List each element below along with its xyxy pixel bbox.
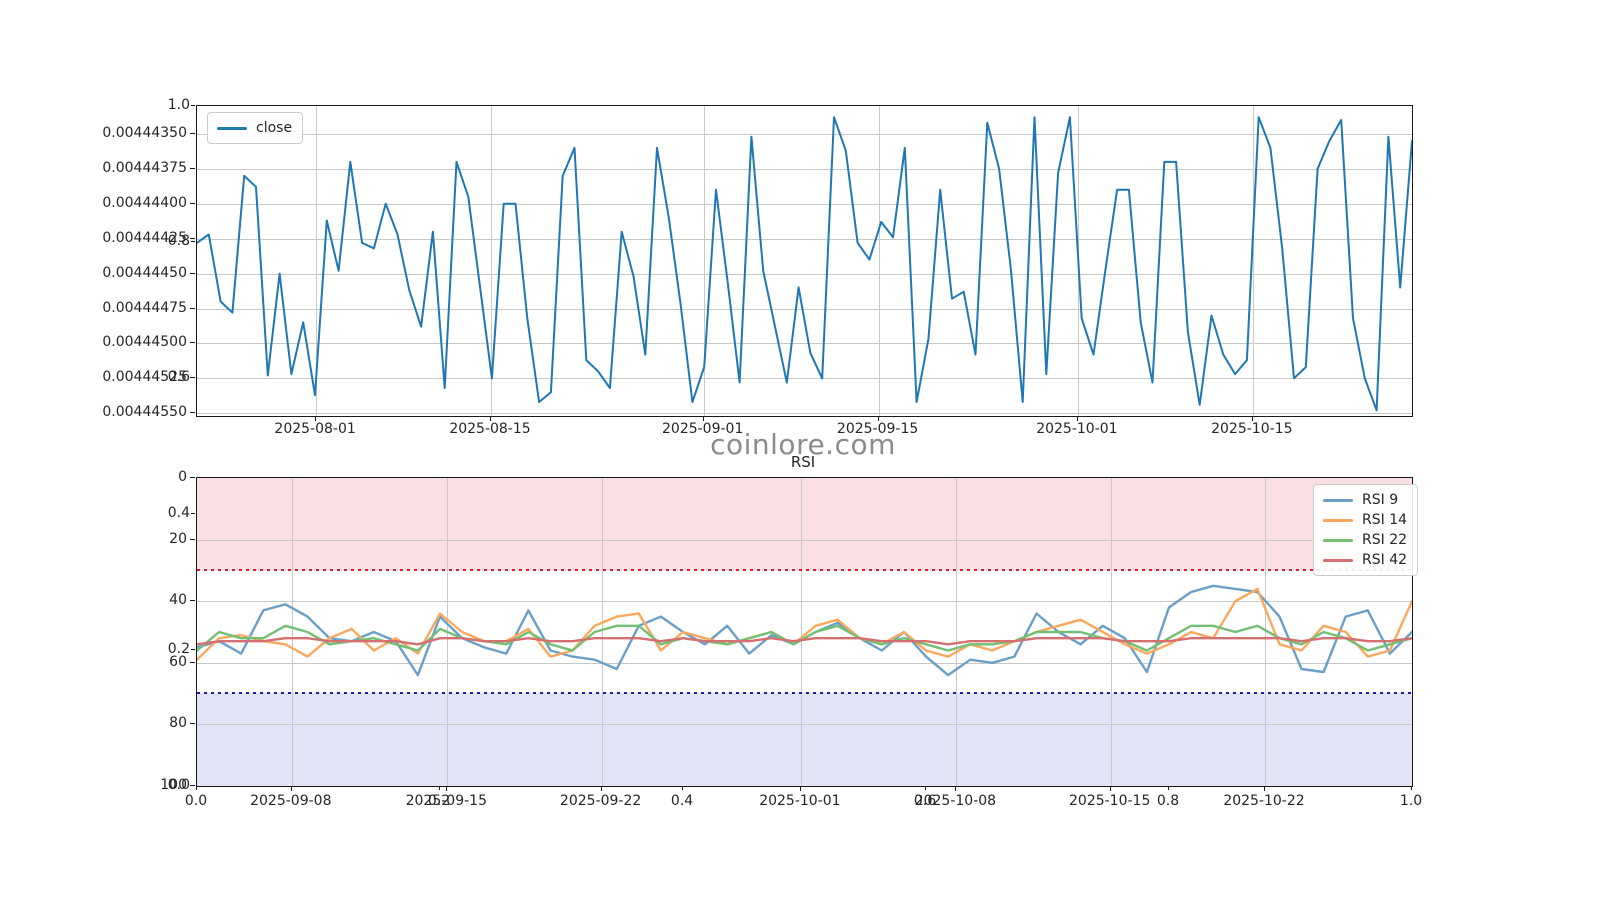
price-x-tick-label: 2025-10-01 [1036,421,1118,437]
rsi-legend-row: RSI 42 [1323,550,1407,570]
rsi-y-tick-label: 20 [169,530,187,547]
overlay-y-tick [191,105,195,106]
overlay-y-tick [191,649,195,650]
rsi22-line-swatch [1323,538,1353,542]
rsi-x-tick [799,786,801,791]
overlay-x-tick-label: 0.8 [1156,793,1180,809]
price-x-tick-label: 2025-10-15 [1211,421,1293,437]
overlay-y-tick-label: 0.4 [167,505,190,521]
overlay-y-tick-label: 0.8 [167,233,190,249]
price-y-tick-label: 0.00444350 [102,124,187,141]
rsi9-legend-label: RSI 9 [1362,492,1399,508]
rsi-y-tick [190,661,195,663]
close-line-swatch [217,126,247,130]
price-chart-plot-area [196,105,1413,417]
overlay-y-tick-label: 0.6 [167,369,190,385]
rsi42-line-swatch [1323,558,1353,562]
price-y-tick [190,167,195,169]
rsi-y-tick-label: 60 [169,653,187,670]
rsi-y-tick [190,723,195,725]
overlay-y-tick [191,513,195,514]
rsi-chart-title: RSI [790,453,816,471]
rsi-y-tick [190,477,195,478]
rsi-legend-row: RSI 22 [1323,530,1407,550]
price-y-tick-label: 0.00444450 [102,264,187,281]
price-y-tick [190,272,195,274]
overlay-y-tick [191,377,195,378]
rsi-x-tick [446,786,448,791]
rsi14-line-swatch [1323,518,1353,522]
chart-lines-svg [197,116,1412,412]
price-y-tick [190,342,195,344]
price-y-tick-label: 0.00444550 [102,404,187,421]
price-y-tick-label: 0.00444400 [102,194,187,211]
overlay-y-tick-label: 1.0 [167,97,190,113]
overlay-y-tick [191,241,195,242]
overlay-x-tick-label: 0.0 [184,793,208,809]
chart-line [197,116,1412,412]
rsi-x-tick-label: 2025-10-01 [759,793,841,809]
rsi-y-tick-label: 80 [169,715,187,732]
rsi22-legend-label: RSI 22 [1362,532,1408,548]
overlay-x-tick [1168,786,1169,790]
overlay-x-tick-label: 1.0 [1399,793,1423,809]
chart-lines-svg [197,584,1412,677]
price-y-tick-label: 0.00444475 [102,299,187,316]
rsi-x-tick [600,786,602,791]
rsi-y-tick-label: 40 [169,592,187,609]
rsi-legend-row: RSI 9 [1323,490,1407,510]
rsi-x-tick [955,786,957,791]
rsi-x-tick [1109,786,1111,791]
price-x-tick-label: 2025-08-15 [449,421,531,437]
rsi-chart-plot-area [196,477,1413,787]
price-legend-row: close [217,118,292,138]
price-y-tick-label: 0.00444375 [102,159,187,176]
rsi-y-tick [190,538,195,540]
rsi9-line-swatch [1323,498,1353,502]
rsi-legend-row: RSI 14 [1323,510,1407,530]
rsi-x-tick-label: 2025-10-22 [1223,793,1305,809]
rsi-x-tick-label: 2025-09-15 [405,793,487,809]
rsi-x-tick-label: 2025-10-08 [914,793,997,809]
rsi-x-tick-label: 2025-09-08 [250,793,332,809]
rsi-x-tick [290,786,292,791]
figure-canvas: close coinlore.com RSI RSI 9 RSI 14 RSI … [0,0,1600,900]
rsi-legend: RSI 9 RSI 14 RSI 22 RSI 42 [1313,484,1419,576]
overlay-x-tick [1411,786,1412,790]
price-x-tick-label: 2025-08-01 [274,421,356,437]
overlay-x-tick [925,786,926,790]
price-legend: close [207,112,304,144]
overlay-x-tick [682,786,683,790]
rsi-y-tick-label: 0 [178,469,187,485]
rsi42-legend-label: RSI 42 [1362,552,1408,568]
rsi14-legend-label: RSI 14 [1362,512,1408,528]
rsi-y-tick [190,785,195,786]
price-y-tick [190,412,195,414]
price-y-tick [190,202,195,204]
price-y-tick [190,237,195,239]
rsi-x-tick-label: 2025-10-15 [1069,793,1151,809]
price-y-tick [190,307,195,309]
overlay-x-tick-label: 0.4 [670,793,694,809]
price-legend-label: close [256,120,293,136]
rsi-x-tick [1264,786,1265,791]
price-y-tick-label: 0.00444500 [102,334,187,351]
overlay-x-tick [439,786,440,790]
price-y-tick [190,132,195,134]
chart-line [197,587,1412,661]
rsi-y-tick-label: 100 [160,777,187,793]
rsi-x-tick-label: 2025-09-22 [559,793,642,809]
overlay-x-tick [196,786,197,790]
rsi-y-tick [190,600,195,602]
